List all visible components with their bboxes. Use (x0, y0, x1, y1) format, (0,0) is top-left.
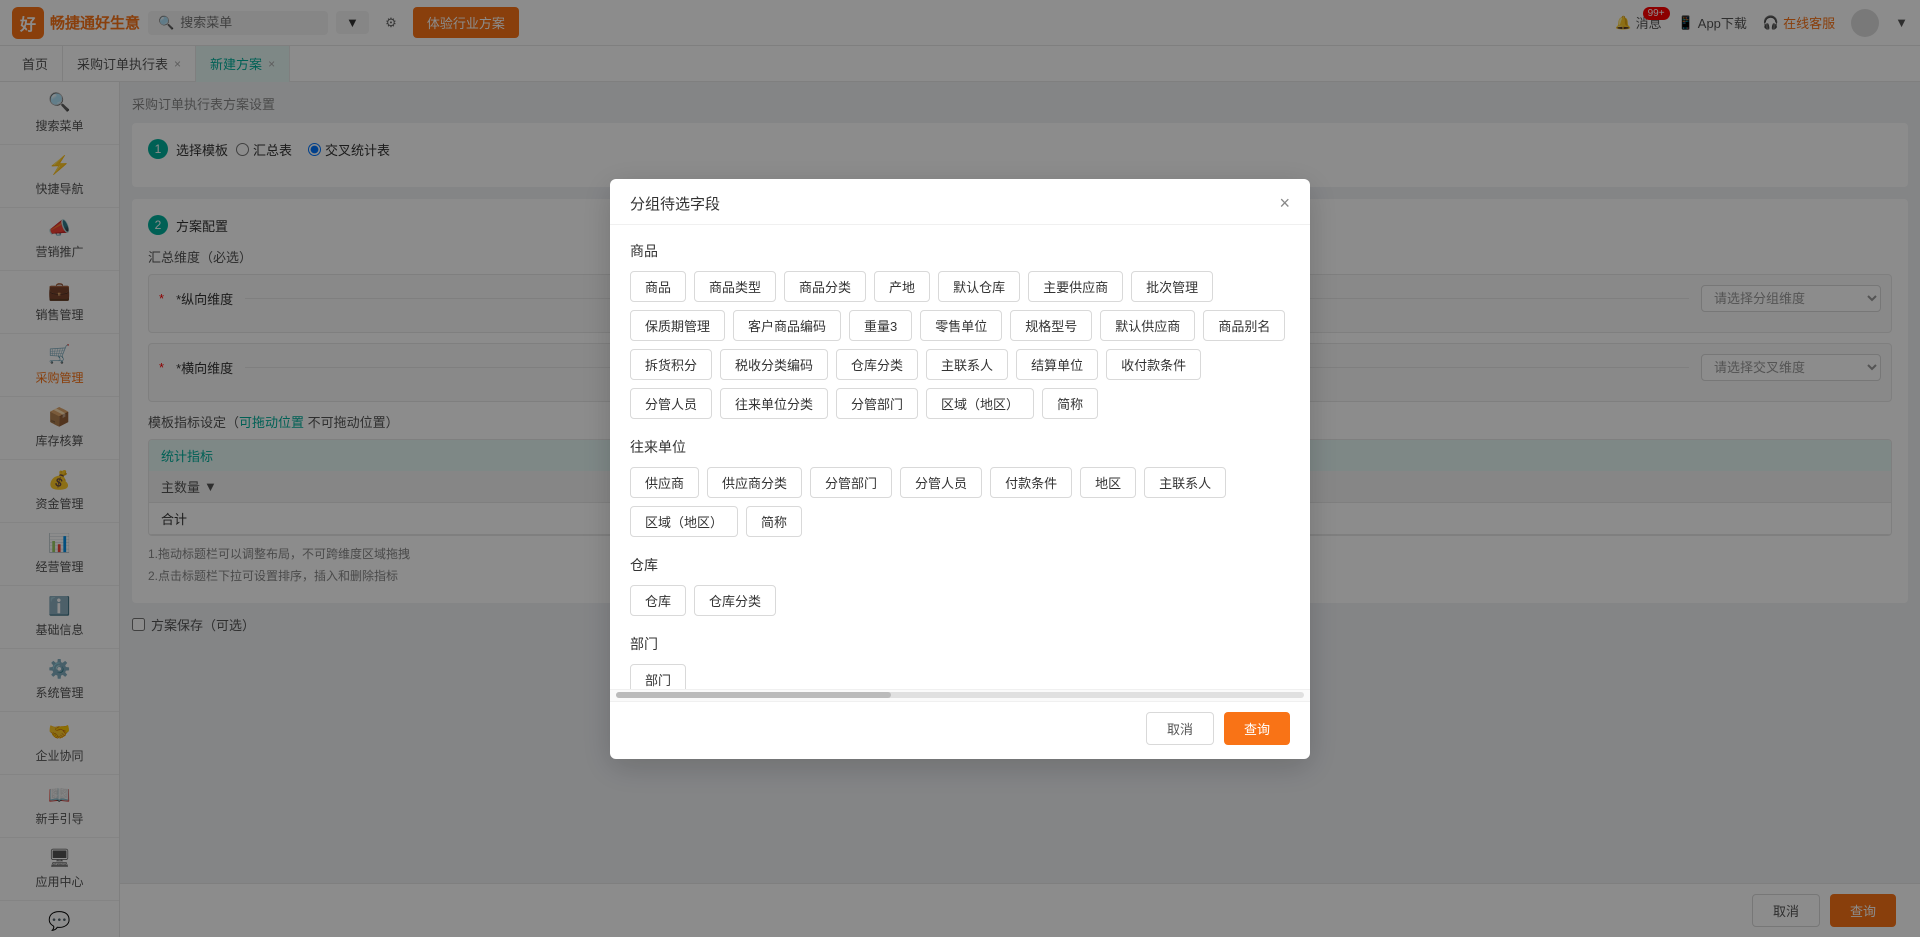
chip-customer-code[interactable]: 客户商品编码 (733, 310, 841, 341)
chip-warehouse-category[interactable]: 仓库分类 (836, 349, 918, 380)
chip-product-type[interactable]: 商品类型 (694, 271, 776, 302)
chip-dept[interactable]: 分管部门 (810, 467, 892, 498)
chip-product-alias[interactable]: 商品别名 (1203, 310, 1285, 341)
chip-product-category[interactable]: 商品分类 (784, 271, 866, 302)
chip-spec-model[interactable]: 规格型号 (1010, 310, 1092, 341)
modal-hscroll (610, 689, 1310, 701)
chip-main-supplier[interactable]: 主要供应商 (1028, 271, 1123, 302)
modal-body: 商品 商品 商品类型 商品分类 产地 默认仓库 主要供应商 批次管理 保质期管理… (610, 225, 1310, 689)
chip-settlement-unit[interactable]: 结算单位 (1016, 349, 1098, 380)
chip-supplier[interactable]: 供应商 (630, 467, 699, 498)
modal-cancel-button[interactable]: 取消 (1146, 712, 1214, 745)
chip-main-contact[interactable]: 主联系人 (926, 349, 1008, 380)
chip-main-contact2[interactable]: 主联系人 (1144, 467, 1226, 498)
chip-origin[interactable]: 产地 (874, 271, 930, 302)
section-title-partner: 往来单位 (630, 437, 1290, 457)
chip-dept-person[interactable]: 分管人员 (900, 467, 982, 498)
chip-retail-unit[interactable]: 零售单位 (920, 310, 1002, 341)
product-chips: 商品 商品类型 商品分类 产地 默认仓库 主要供应商 批次管理 保质期管理 客户… (630, 271, 1290, 419)
chip-region2[interactable]: 区域（地区） (630, 506, 738, 537)
chip-tax-code[interactable]: 税收分类编码 (720, 349, 828, 380)
modal-title: 分组待选字段 (630, 193, 720, 214)
section-title-product: 商品 (630, 241, 1290, 261)
chip-split-points[interactable]: 拆货积分 (630, 349, 712, 380)
hscroll-thumb (616, 692, 891, 698)
modal-header: 分组待选字段 × (610, 179, 1310, 225)
chip-partner-category[interactable]: 往来单位分类 (720, 388, 828, 419)
field-select-modal: 分组待选字段 × 商品 商品 商品类型 商品分类 产地 默认仓库 主要供应商 批… (610, 179, 1310, 759)
modal-confirm-button[interactable]: 查询 (1224, 712, 1290, 745)
chip-abbr[interactable]: 简称 (1042, 388, 1098, 419)
chip-shelf-life[interactable]: 保质期管理 (630, 310, 725, 341)
field-section-partner: 往来单位 供应商 供应商分类 分管部门 分管人员 付款条件 地区 主联系人 区域… (630, 437, 1290, 537)
chip-batch-mgmt[interactable]: 批次管理 (1131, 271, 1213, 302)
chip-warehouse[interactable]: 仓库 (630, 585, 686, 616)
field-section-product: 商品 商品 商品类型 商品分类 产地 默认仓库 主要供应商 批次管理 保质期管理… (630, 241, 1290, 419)
chip-mgmt-dept[interactable]: 分管部门 (836, 388, 918, 419)
chip-product[interactable]: 商品 (630, 271, 686, 302)
field-section-warehouse: 仓库 仓库 仓库分类 (630, 555, 1290, 616)
hscroll-bar (616, 692, 1304, 698)
chip-default-warehouse[interactable]: 默认仓库 (938, 271, 1020, 302)
partner-chips: 供应商 供应商分类 分管部门 分管人员 付款条件 地区 主联系人 区域（地区） … (630, 467, 1290, 537)
chip-pay-terms[interactable]: 付款条件 (990, 467, 1072, 498)
section-title-warehouse: 仓库 (630, 555, 1290, 575)
modal-footer: 取消 查询 (610, 701, 1310, 759)
modal-close-button[interactable]: × (1279, 193, 1290, 214)
chip-area[interactable]: 地区 (1080, 467, 1136, 498)
chip-supplier-category[interactable]: 供应商分类 (707, 467, 802, 498)
section-title-dept: 部门 (630, 634, 1290, 654)
chip-payment-terms[interactable]: 收付款条件 (1106, 349, 1201, 380)
chip-warehouse-cat[interactable]: 仓库分类 (694, 585, 776, 616)
dept-chips: 部门 (630, 664, 1290, 689)
field-section-dept: 部门 部门 (630, 634, 1290, 689)
chip-department[interactable]: 部门 (630, 664, 686, 689)
chip-default-supplier[interactable]: 默认供应商 (1100, 310, 1195, 341)
chip-weight3[interactable]: 重量3 (849, 310, 912, 341)
warehouse-chips: 仓库 仓库分类 (630, 585, 1290, 616)
modal-overlay[interactable]: 分组待选字段 × 商品 商品 商品类型 商品分类 产地 默认仓库 主要供应商 批… (0, 0, 1920, 937)
chip-region[interactable]: 区域（地区） (926, 388, 1034, 419)
chip-abbr2[interactable]: 简称 (746, 506, 802, 537)
chip-manager[interactable]: 分管人员 (630, 388, 712, 419)
